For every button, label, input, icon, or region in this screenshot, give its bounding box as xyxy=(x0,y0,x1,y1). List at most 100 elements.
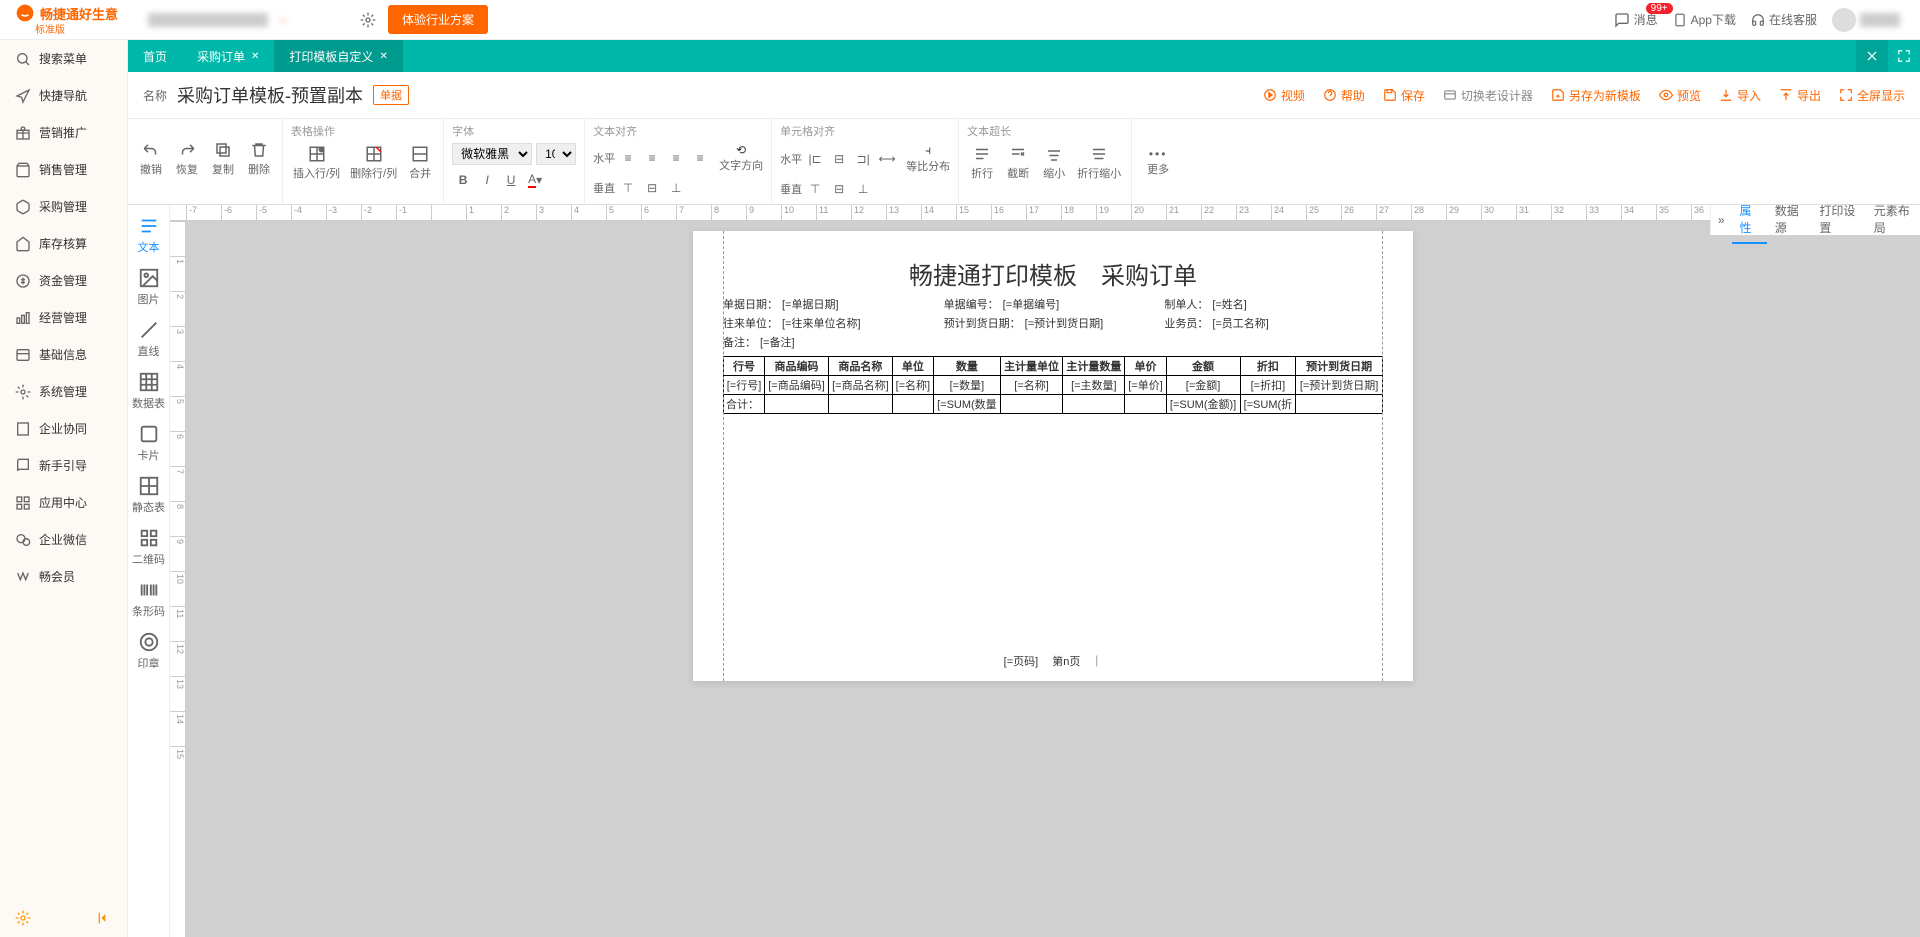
sidebar-item-14[interactable]: 畅会员 xyxy=(0,558,127,595)
table-header[interactable]: 商品编码 xyxy=(765,357,829,376)
table-sum-cell[interactable] xyxy=(892,395,933,414)
cell-halign-left-button[interactable]: |⊏ xyxy=(804,148,826,170)
messages-button[interactable]: 消息 99+ xyxy=(1614,11,1658,28)
tool-2[interactable]: 直线 xyxy=(128,313,169,365)
user-menu[interactable] xyxy=(1832,8,1900,32)
props-tab-1[interactable]: 数据源 xyxy=(1767,205,1812,244)
sidebar-item-10[interactable]: 企业协同 xyxy=(0,410,127,447)
tab-1[interactable]: 采购订单✕ xyxy=(182,40,274,72)
ribbon-btn-rg1-3[interactable]: 删除 xyxy=(244,139,274,179)
align-center-button[interactable]: ≡ xyxy=(641,147,663,169)
table-sum-cell[interactable] xyxy=(1296,395,1383,414)
table-sum-cell[interactable]: [=SUM(金额)] xyxy=(1166,395,1240,414)
sidebar-item-6[interactable]: 资金管理 xyxy=(0,262,127,299)
tool-4[interactable]: 卡片 xyxy=(128,417,169,469)
close-all-tabs-button[interactable] xyxy=(1856,40,1888,72)
table-header[interactable]: 数量 xyxy=(933,357,1000,376)
font-family-select[interactable]: 微软雅黑 xyxy=(452,143,532,165)
table-sum-cell[interactable] xyxy=(1063,395,1125,414)
cell-valign-bottom-button[interactable]: ⊥ xyxy=(852,178,874,200)
table-header[interactable]: 单价 xyxy=(1125,357,1166,376)
support-button[interactable]: 在线客服 xyxy=(1751,11,1817,28)
preview-button[interactable]: 预览 xyxy=(1659,87,1701,104)
ribbon-btn-rg6-2[interactable]: 缩小 xyxy=(1039,143,1069,183)
valign-bottom-button[interactable]: ⊥ xyxy=(665,177,687,199)
paper[interactable]: 畅捷通打印模板 采购订单 单据日期：[=单据日期]单据编号：[=单据编号]制单人… xyxy=(693,231,1413,681)
table-cell[interactable]: [=数量] xyxy=(933,376,1000,395)
collapse-button[interactable] xyxy=(96,910,112,929)
cell-halign-stretch-button[interactable]: ⟷ xyxy=(876,148,898,170)
table-sum-cell[interactable] xyxy=(1125,395,1166,414)
sidebar-item-7[interactable]: 经营管理 xyxy=(0,299,127,336)
logo[interactable]: 畅捷通好生意 xyxy=(10,3,133,23)
help-button[interactable]: 帮助 xyxy=(1323,87,1365,104)
table-cell[interactable]: [=名称] xyxy=(892,376,933,395)
cell-halign-center-button[interactable]: ⊟ xyxy=(828,148,850,170)
info-field-7[interactable] xyxy=(944,334,1163,351)
table-header[interactable]: 商品名称 xyxy=(828,357,892,376)
report-table[interactable]: 行号商品编码商品名称单位数量主计量单位主计量数量单价金额折扣预计到货日期 [=行… xyxy=(723,356,1383,414)
export-button[interactable]: 导出 xyxy=(1779,87,1821,104)
table-cell[interactable]: [=预计到货日期] xyxy=(1296,376,1383,395)
ribbon-btn-rg2-0[interactable]: 插入行/列 xyxy=(291,143,342,183)
table-cell[interactable]: [=单价] xyxy=(1125,376,1166,395)
table-sum-cell[interactable]: [=SUM(折 xyxy=(1240,395,1296,414)
underline-button[interactable]: U xyxy=(500,169,522,191)
sidebar-item-2[interactable]: 营销推广 xyxy=(0,114,127,151)
trial-button[interactable]: 体验行业方案 xyxy=(388,5,488,34)
table-header[interactable]: 单位 xyxy=(892,357,933,376)
tool-1[interactable]: 图片 xyxy=(128,261,169,313)
settings-icon-button[interactable] xyxy=(15,910,31,929)
props-tab-2[interactable]: 打印设置 xyxy=(1811,205,1865,244)
sidebar-item-8[interactable]: 基础信息 xyxy=(0,336,127,373)
tab-2[interactable]: 打印模板自定义✕ xyxy=(274,40,402,72)
page-footer[interactable]: [=页码] 第n页 ｜ xyxy=(693,653,1413,669)
bold-button[interactable]: B xyxy=(452,169,474,191)
table-cell[interactable]: [=金额] xyxy=(1166,376,1240,395)
import-button[interactable]: 导入 xyxy=(1719,87,1761,104)
table-sum-cell[interactable] xyxy=(1000,395,1062,414)
table-cell[interactable]: [=商品编码] xyxy=(765,376,829,395)
cell-halign-right-button[interactable]: ⊐| xyxy=(852,148,874,170)
info-field-8[interactable] xyxy=(1164,334,1383,351)
ribbon-btn-rg1-1[interactable]: 恢复 xyxy=(172,139,202,179)
play-button[interactable]: 视频 xyxy=(1263,87,1305,104)
align-left-button[interactable]: ≡ xyxy=(617,147,639,169)
tool-8[interactable]: 印章 xyxy=(128,625,169,677)
sidebar-item-9[interactable]: 系统管理 xyxy=(0,373,127,410)
expand-properties-button[interactable]: » xyxy=(1711,213,1732,227)
table-sum-cell[interactable]: 合计： xyxy=(724,395,765,414)
sidebar-item-5[interactable]: 库存核算 xyxy=(0,225,127,262)
table-cell[interactable]: [=折扣] xyxy=(1240,376,1296,395)
table-sum-cell[interactable] xyxy=(765,395,829,414)
table-header[interactable]: 行号 xyxy=(724,357,765,376)
info-field-3[interactable]: 往来单位：[=往来单位名称] xyxy=(723,315,942,332)
align-justify-button[interactable]: ≡ xyxy=(689,147,711,169)
company-selector[interactable]: ⌵ xyxy=(148,12,348,27)
saveas-button[interactable]: 另存为新模板 xyxy=(1551,87,1641,104)
report-title[interactable]: 畅捷通打印模板 采购订单 xyxy=(723,256,1383,291)
table-header[interactable]: 主计量单位 xyxy=(1000,357,1062,376)
tool-0[interactable]: 文本 xyxy=(128,209,169,261)
tool-5[interactable]: 静态表 xyxy=(128,469,169,521)
font-color-button[interactable]: A ▾ xyxy=(524,169,546,191)
tool-6[interactable]: 二维码 xyxy=(128,521,169,573)
table-header[interactable]: 预计到货日期 xyxy=(1296,357,1383,376)
info-field-5[interactable]: 业务员：[=员工名称] xyxy=(1164,315,1383,332)
sidebar-item-3[interactable]: 销售管理 xyxy=(0,151,127,188)
ribbon-btn-rg1-2[interactable]: 复制 xyxy=(208,139,238,179)
text-direction-button[interactable]: 文字方向 xyxy=(719,157,763,173)
sidebar-item-13[interactable]: 企业微信 xyxy=(0,521,127,558)
ribbon-more-button[interactable]: ••• 更多 xyxy=(1132,119,1184,204)
table-cell[interactable]: [=主数量] xyxy=(1063,376,1125,395)
ribbon-btn-rg1-0[interactable]: 撤销 xyxy=(136,139,166,179)
table-cell[interactable]: [=商品名称] xyxy=(828,376,892,395)
ribbon-btn-rg6-0[interactable]: 折行 xyxy=(967,143,997,183)
ribbon-btn-rg6-1[interactable]: 截断 xyxy=(1003,143,1033,183)
table-sum-cell[interactable]: [=SUM(数量 xyxy=(933,395,1000,414)
info-field-4[interactable]: 预计到货日期：[=预计到货日期] xyxy=(944,315,1163,332)
distribute-button[interactable]: 等比分布 xyxy=(906,158,950,174)
tab-0[interactable]: 首页 xyxy=(128,40,182,72)
italic-button[interactable]: I xyxy=(476,169,498,191)
sidebar-item-12[interactable]: 应用中心 xyxy=(0,484,127,521)
